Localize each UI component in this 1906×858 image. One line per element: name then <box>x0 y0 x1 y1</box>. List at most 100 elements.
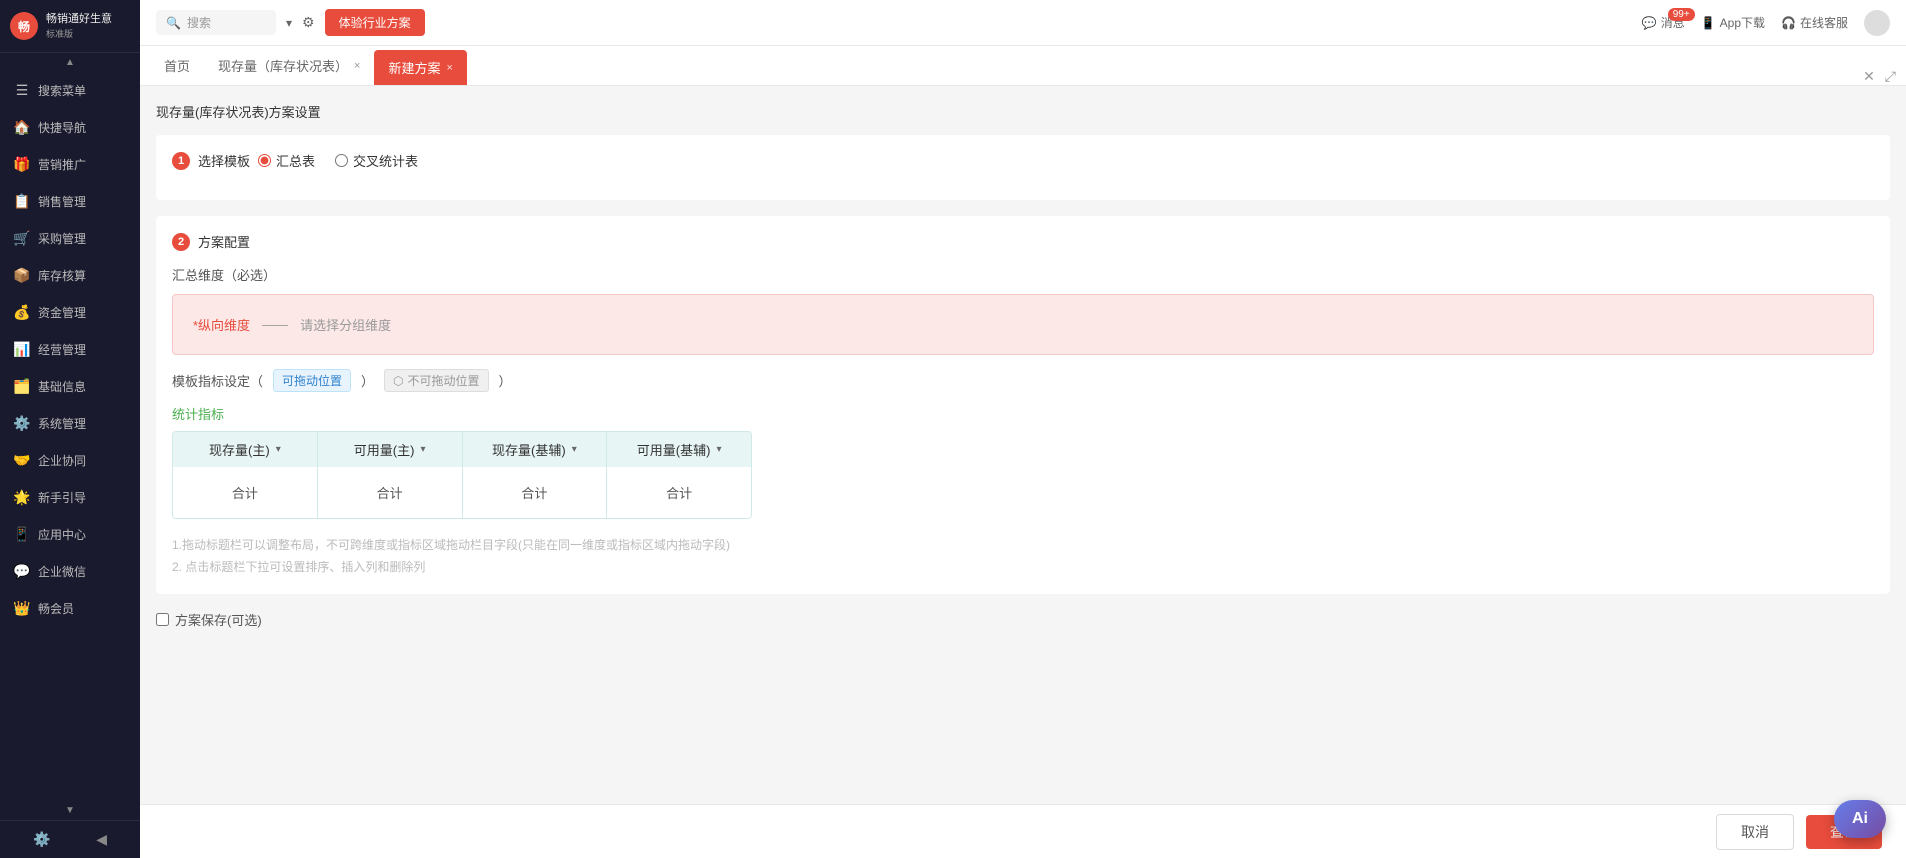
topbar-right: 💬 消息 99+ 📱 App下载 🎧 在线客服 <box>1642 10 1890 36</box>
topbar-search-box[interactable]: 🔍 搜索 <box>156 10 276 35</box>
app-label: App下载 <box>1720 14 1765 31</box>
section1-title: 选择模板 <box>198 151 250 170</box>
operation-label: 经营管理 <box>38 341 86 358</box>
tab-new-scheme-close[interactable]: × <box>446 62 452 74</box>
indicator-fixed-icon: ⬡ <box>393 374 403 388</box>
section-template: 1 选择模板 汇总表 交叉统计表 <box>156 135 1890 200</box>
system-icon: ⚙️ <box>14 416 30 432</box>
radio-cross[interactable]: 交叉统计表 <box>335 151 418 170</box>
member-icon: 👑 <box>14 601 30 617</box>
tab-home[interactable]: 首页 <box>150 48 204 85</box>
indicator-draggable-badge: 可拖动位置 <box>273 369 351 392</box>
sidebar-item-cooperation[interactable]: 🤝 企业协同 <box>0 442 140 479</box>
marketing-icon: 🎁 <box>14 157 30 173</box>
page-title: 现存量(库存状况表)方案设置 <box>156 102 1890 121</box>
operation-icon: 📊 <box>14 342 30 358</box>
finance-label: 资金管理 <box>38 304 86 321</box>
indicator-setting: 模板指标设定（ 可拖动位置 ） ⬡ 不可拖动位置 ） <box>172 369 1874 392</box>
stats-label: 统计指标 <box>172 404 1874 423</box>
tabbar-close-icon[interactable]: ✕ <box>1863 68 1875 85</box>
dimension-required-label: 汇总维度（必选） <box>172 265 1874 284</box>
section1-number: 1 <box>172 152 190 170</box>
tab-new-scheme-label: 新建方案 <box>388 58 440 77</box>
logo-sub: 标准版 <box>46 27 112 40</box>
stats-col-header[interactable]: 现存量(基辅)▾ <box>463 432 608 467</box>
stats-table-body: 合计合计合计合计 <box>173 467 751 518</box>
user-avatar <box>1864 10 1890 36</box>
sales-label: 销售管理 <box>38 193 86 210</box>
sidebar-item-operation[interactable]: 📊 经营管理 <box>0 331 140 368</box>
radio-summary[interactable]: 汇总表 <box>258 151 315 170</box>
tab-home-label: 首页 <box>164 56 190 75</box>
sidebar-item-enterprise-wechat[interactable]: 💬企业微信 <box>0 553 140 590</box>
stats-table-header: 现存量(主)▾可用量(主)▾现存量(基辅)▾可用量(基辅)▾ <box>173 432 751 467</box>
sidebar-logo: 畅 畅销通好生意 标准版 <box>0 0 140 53</box>
tabbar-expand-icon[interactable]: ⤢ <box>1885 68 1896 85</box>
sidebar-item-member[interactable]: 👑 畅会员 <box>0 590 140 627</box>
ai-label: Ai <box>1852 810 1868 827</box>
service-btn[interactable]: 🎧 在线客服 <box>1781 14 1848 31</box>
sidebar-item-finance[interactable]: 💰资金管理 <box>0 294 140 331</box>
sidebar-item-quick-nav[interactable]: 🏠快捷导航 <box>0 109 140 146</box>
search-menu-label: 搜索菜单 <box>38 82 86 99</box>
sidebar: 畅 畅销通好生意 标准版 ▲ ☰搜索菜单🏠快捷导航 🎁 营销推广 📋销售管理 🛒 采购管理… <box>0 0 140 858</box>
indicator-setting-label: 模板指标设定（ <box>172 371 263 390</box>
purchase-label: 采购管理 <box>38 230 86 247</box>
topbar: 🔍 搜索 ▾ ⚙ 体验行业方案 💬 消息 99+ 📱 App下载 🎧 在线客服 <box>140 0 1906 46</box>
sidebar-item-purchase[interactable]: 🛒 采购管理 <box>0 220 140 257</box>
tips-section: 1.拖动标题栏可以调整布局，不可跨维度或指标区域拖动栏目字段(只能在同一维度或指… <box>172 535 1874 578</box>
message-btn[interactable]: 💬 消息 99+ <box>1642 14 1685 31</box>
cooperation-icon: 🤝 <box>14 453 30 469</box>
topbar-gear-icon[interactable]: ⚙ <box>302 14 315 31</box>
search-text: 搜索 <box>187 14 211 31</box>
tab-inventory[interactable]: 现存量（库存状况表） × <box>204 48 374 85</box>
app-icon: 📱 <box>1701 16 1716 30</box>
stats-col-header[interactable]: 现存量(主)▾ <box>173 432 318 467</box>
member-label: 畅会员 <box>38 600 74 617</box>
marketing-label: 营销推广 <box>38 156 86 173</box>
topbar-dropdown-btn[interactable]: ▾ <box>286 16 292 30</box>
sidebar-scroll-up[interactable]: ▲ <box>0 53 140 72</box>
trial-btn[interactable]: 体验行业方案 <box>325 9 425 36</box>
radio-cross-input[interactable] <box>335 154 348 167</box>
sidebar-footer: ⚙️ ◀ <box>0 820 140 858</box>
radio-summary-input[interactable] <box>258 154 271 167</box>
sidebar-item-new-guide[interactable]: 🌟 新手引导 <box>0 479 140 516</box>
ai-bubble[interactable]: Ai <box>1834 800 1886 838</box>
sidebar-item-sales[interactable]: 📋销售管理 <box>0 183 140 220</box>
sidebar-item-search-menu[interactable]: ☰搜索菜单 <box>0 72 140 109</box>
sidebar-item-app-center[interactable]: 📱应用中心 <box>0 516 140 553</box>
quick-nav-icon: 🏠 <box>14 120 30 136</box>
tab-new-scheme[interactable]: 新建方案 × <box>374 50 466 85</box>
tab-inventory-close[interactable]: × <box>354 60 360 72</box>
dimension-area[interactable]: *纵向维度 —— 请选择分组维度 <box>172 294 1874 355</box>
dim-required-star: *纵向维度 <box>193 315 250 334</box>
page-content: 现存量(库存状况表)方案设置 1 选择模板 汇总表 交叉统计表 <box>140 86 1906 804</box>
sidebar-item-basic-info[interactable]: 🗂️基础信息 <box>0 368 140 405</box>
app-download-btn[interactable]: 📱 App下载 <box>1701 14 1765 31</box>
sidebar-item-system[interactable]: ⚙️系统管理 <box>0 405 140 442</box>
stats-col-body: 合计 <box>173 467 318 518</box>
purchase-icon: 🛒 <box>14 231 30 247</box>
cancel-button[interactable]: 取消 <box>1716 814 1794 850</box>
save-checkbox[interactable] <box>156 613 169 626</box>
save-option: 方案保存(可选) <box>156 610 1890 629</box>
service-icon: 🎧 <box>1781 16 1796 30</box>
tip-line: 2. 点击标题栏下拉可设置排序、插入列和删除列 <box>172 557 1874 579</box>
tip-line: 1.拖动标题栏可以调整布局，不可跨维度或指标区域拖动栏目字段(只能在同一维度或指… <box>172 535 1874 557</box>
stats-col-header[interactable]: 可用量(基辅)▾ <box>607 432 751 467</box>
menu-footer-icon[interactable]: ◀ <box>96 831 107 848</box>
cooperation-label: 企业协同 <box>38 452 86 469</box>
settings-footer-icon[interactable]: ⚙️ <box>33 831 50 848</box>
sidebar-item-inventory[interactable]: 📦库存核算 <box>0 257 140 294</box>
inventory-label: 库存核算 <box>38 267 86 284</box>
new-guide-label: 新手引导 <box>38 489 86 506</box>
search-icon: 🔍 <box>166 16 181 30</box>
user-menu[interactable] <box>1864 10 1890 36</box>
sidebar-item-marketing[interactable]: 🎁 营销推广 <box>0 146 140 183</box>
sidebar-scroll-down[interactable]: ▼ <box>0 801 140 820</box>
new-guide-icon: 🌟 <box>14 490 30 506</box>
tab-inventory-label: 现存量（库存状况表） <box>218 56 348 75</box>
main-area: 🔍 搜索 ▾ ⚙ 体验行业方案 💬 消息 99+ 📱 App下载 🎧 在线客服 <box>140 0 1906 858</box>
stats-col-header[interactable]: 可用量(主)▾ <box>318 432 463 467</box>
